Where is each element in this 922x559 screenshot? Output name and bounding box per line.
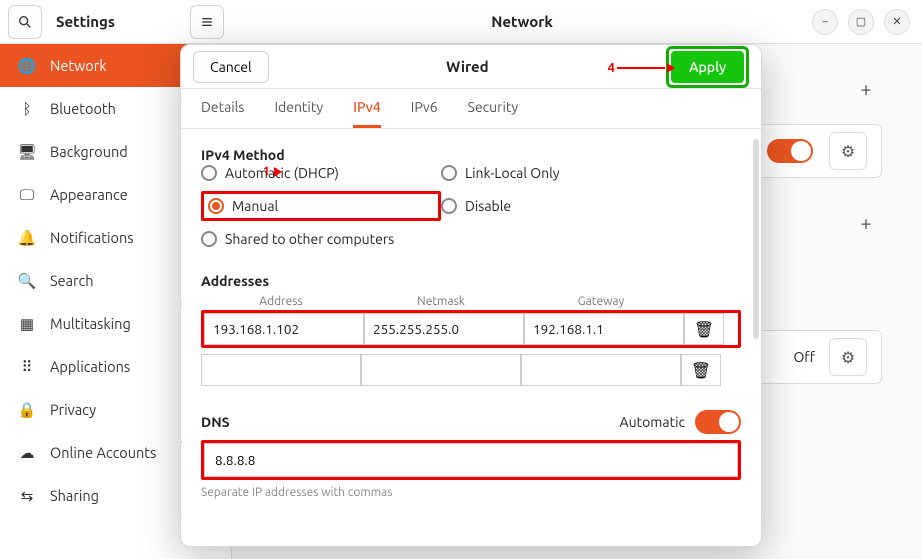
bell-icon: 🔔 <box>18 229 36 247</box>
tab-security[interactable]: Security <box>468 99 519 128</box>
sidebar-item-label: Appearance <box>50 186 128 203</box>
gear-icon: ⚙ <box>841 142 855 161</box>
delete-address-button[interactable]: 🗑 <box>684 313 724 345</box>
globe-icon: 🌐 <box>18 57 36 75</box>
sidebar-item-label: Search <box>50 272 94 289</box>
annotation-3: 3 <box>181 435 182 448</box>
tab-identity[interactable]: Identity <box>274 99 323 128</box>
col-gateway: Gateway <box>521 295 681 308</box>
appearance-icon: 🖵 <box>18 186 36 204</box>
address-input[interactable] <box>201 354 361 386</box>
wired-settings-button[interactable]: ⚙ <box>829 132 867 170</box>
menu-button[interactable] <box>190 5 224 39</box>
address-input[interactable] <box>204 313 364 345</box>
titlebar: Settings Network – ▢ ✕ <box>0 0 922 44</box>
radio-icon <box>201 165 217 181</box>
sidebar-item-label: Network <box>50 57 107 74</box>
radio-icon <box>201 231 217 247</box>
proxy-settings-button[interactable]: ⚙ <box>829 338 867 376</box>
wired-toggle[interactable] <box>767 139 813 163</box>
search-button[interactable] <box>8 5 42 39</box>
dns-hint: Separate IP addresses with commas <box>201 486 741 499</box>
plus-icon: + <box>860 211 871 234</box>
dialog-title: Wired <box>446 58 489 75</box>
radio-link-local[interactable]: Link-Local Only <box>441 165 641 181</box>
annotation-4-box: Apply <box>666 46 749 88</box>
sidebar-item-label: Bluetooth <box>50 100 116 117</box>
proxy-status: Off <box>793 349 815 365</box>
wired-settings-dialog: Cancel Wired Apply 4 Details Identity IP… <box>180 44 762 547</box>
minimize-icon: – <box>822 16 827 28</box>
dns-input[interactable] <box>204 443 738 477</box>
col-netmask: Netmask <box>361 295 521 308</box>
annotation-1-box: Manual <box>201 191 441 221</box>
sidebar-item-label: Online Accounts <box>50 444 156 461</box>
sidebar-item-label: Background <box>50 143 128 160</box>
tab-ipv4[interactable]: IPv4 <box>353 99 381 128</box>
desktop-icon: 🖥 <box>18 143 36 161</box>
add-vpn-button[interactable]: + <box>850 206 882 238</box>
col-address: Address <box>201 295 361 308</box>
close-icon: ✕ <box>892 15 901 28</box>
search-icon <box>17 14 33 30</box>
cloud-icon: ☁ <box>18 444 36 462</box>
dialog-scrollbar[interactable] <box>753 139 759 339</box>
netmask-input[interactable] <box>361 354 521 386</box>
annotation-4: 4 <box>608 61 675 75</box>
annotation-3-box <box>201 440 741 480</box>
tab-details[interactable]: Details <box>201 99 244 128</box>
addresses-title: Addresses <box>201 273 741 289</box>
dialog-tabs: Details Identity IPv4 IPv6 Security <box>181 89 761 129</box>
ipv4-method-label: IPv4 Method <box>201 147 321 163</box>
annotation-1: 1 <box>263 165 282 178</box>
dns-automatic-label: Automatic <box>620 414 685 430</box>
radio-shared[interactable]: Shared to other computers <box>201 231 641 247</box>
trash-icon: 🗑 <box>694 320 714 339</box>
add-wired-button[interactable]: + <box>850 72 882 104</box>
radio-automatic-dhcp[interactable]: Automatic (DHCP) <box>201 165 441 181</box>
trash-icon: 🗑 <box>691 361 711 380</box>
gateway-input[interactable] <box>524 313 684 345</box>
addresses-header: Address Netmask Gateway <box>201 295 741 308</box>
radio-icon <box>441 198 457 214</box>
hamburger-icon <box>199 14 215 30</box>
radio-icon <box>208 198 224 214</box>
search-icon: 🔍 <box>18 272 36 290</box>
apply-button[interactable]: Apply <box>671 51 744 83</box>
gear-icon: ⚙ <box>841 348 855 367</box>
radio-manual[interactable]: Manual <box>208 198 278 214</box>
dns-title: DNS <box>201 414 230 430</box>
address-row: 🗑 <box>201 310 741 348</box>
page-title: Network <box>232 13 812 30</box>
sidebar-item-label: Multitasking <box>50 315 131 332</box>
maximize-button[interactable]: ▢ <box>848 9 874 35</box>
radio-icon <box>441 165 457 181</box>
delete-address-button[interactable]: 🗑 <box>681 354 721 386</box>
sidebar-item-label: Sharing <box>50 487 99 504</box>
netmask-input[interactable] <box>364 313 524 345</box>
minimize-button[interactable]: – <box>812 9 838 35</box>
plus-icon: + <box>860 77 871 100</box>
maximize-icon: ▢ <box>856 15 866 28</box>
grid-icon: ▦ <box>18 315 36 333</box>
settings-title: Settings <box>56 13 115 30</box>
radio-disable[interactable]: Disable <box>441 191 641 221</box>
apps-icon: ⠿ <box>18 358 36 376</box>
address-row-empty: 🗑 <box>201 354 741 386</box>
close-button[interactable]: ✕ <box>884 9 910 35</box>
sidebar-item-label: Applications <box>50 358 130 375</box>
gateway-input[interactable] <box>521 354 681 386</box>
sidebar-item-label: Notifications <box>50 229 134 246</box>
share-icon: ⇆ <box>18 487 36 505</box>
cancel-button[interactable]: Cancel <box>193 51 269 83</box>
dns-automatic-toggle[interactable] <box>695 410 741 434</box>
bluetooth-icon: ᛒ <box>18 100 36 117</box>
annotation-2: 2 <box>181 297 182 310</box>
tab-ipv6[interactable]: IPv6 <box>411 99 438 128</box>
lock-icon: 🔒 <box>18 401 36 419</box>
sidebar-item-label: Privacy <box>50 401 96 418</box>
